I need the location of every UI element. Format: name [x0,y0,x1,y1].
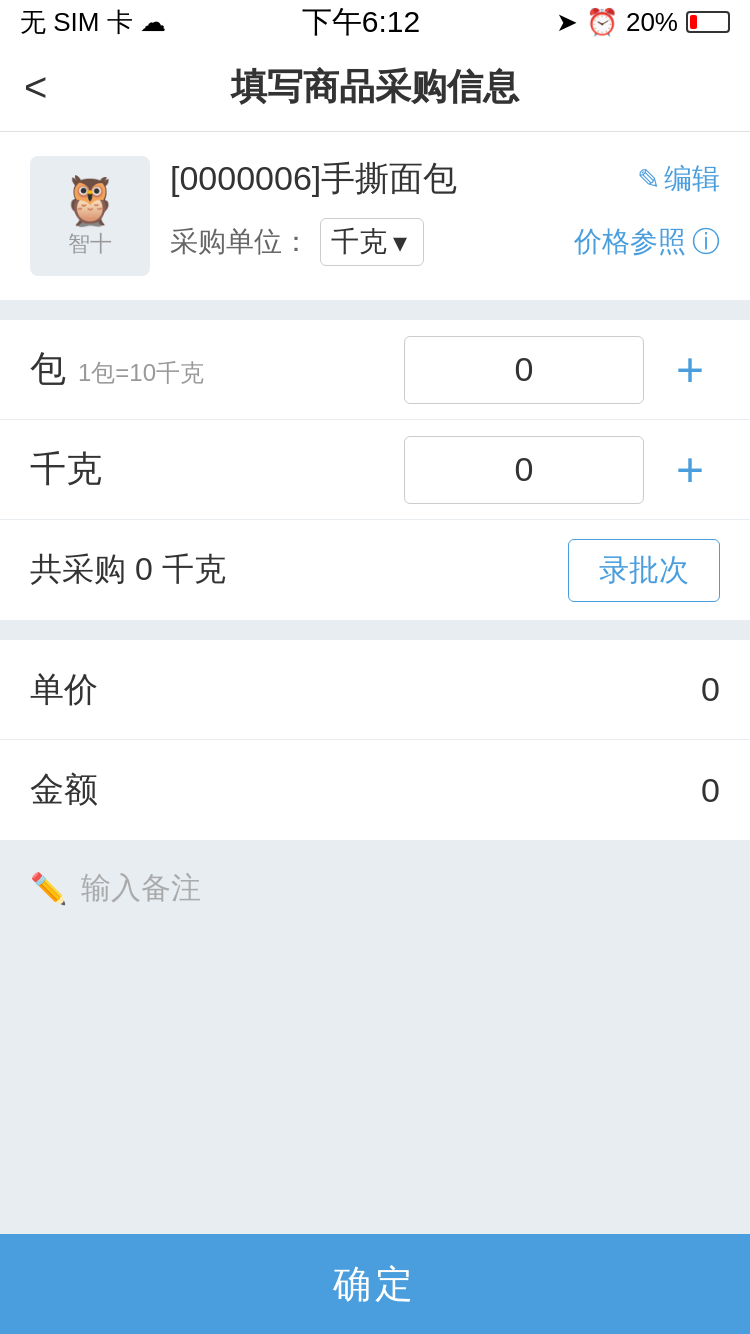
quantity-input-kg[interactable] [404,436,644,504]
remark-section[interactable]: ✏️ 输入备注 [0,840,750,937]
remark-placeholder: 输入备注 [81,868,201,909]
back-button[interactable]: < [24,65,47,110]
summary-row: 共采购 0 千克 录批次 [0,520,750,620]
quantity-input-wrap-kg: + [270,436,720,504]
price-row-total: 金额 0 [0,740,750,840]
status-bar: 无 SIM 卡 ☁ 下午6:12 ➤ ⏰ 20% [0,0,750,44]
quantity-label-bao: 包 1包=10千克 [30,345,270,394]
chevron-down-icon: ▾ [393,226,407,259]
record-batch-button[interactable]: 录批次 [568,539,720,602]
status-bar-right: ➤ ⏰ 20% [556,7,730,38]
product-image: 🦉 智十 [30,156,150,276]
edit-label[interactable]: 编辑 [664,160,720,198]
quantity-input-bao[interactable] [404,336,644,404]
pencil-icon: ✏️ [30,871,67,906]
product-info: [0000006]手撕面包 ✎ 编辑 采购单位： 千克 ▾ 价格参照 ⓘ [170,156,720,266]
product-top-row: [0000006]手撕面包 ✎ 编辑 [170,156,720,202]
unit-price-value: 0 [701,670,720,709]
price-ref[interactable]: 价格参照 ⓘ [574,223,720,261]
battery-icon [686,11,730,33]
status-bar-left: 无 SIM 卡 ☁ [20,5,166,40]
summary-text: 共采购 0 千克 [30,548,226,592]
total-price-label: 金额 [30,767,98,813]
section-separator-1 [0,300,750,320]
price-ref-label: 价格参照 [574,223,686,261]
quantity-section: 包 1包=10千克 + 千克 + 共采购 0 千克 录批次 [0,320,750,620]
quantity-unit-bao-sub: 1包=10千克 [78,357,204,389]
product-name: [0000006]手撕面包 [170,156,457,202]
location-icon: ➤ [556,7,578,38]
total-price-value: 0 [701,771,720,810]
quantity-row-kg: 千克 + [0,420,750,520]
unit-select[interactable]: 千克 ▾ [320,218,424,266]
unit-price-label: 单价 [30,667,98,713]
page-title: 填写商品采购信息 [231,63,519,112]
quantity-unit-bao: 包 [30,345,66,394]
battery-percent: 20% [626,7,678,38]
quantity-label-kg: 千克 [30,445,270,494]
section-separator-2 [0,620,750,640]
sim-status: 无 SIM 卡 ☁ [20,5,166,40]
main-content-area [0,937,750,1237]
product-image-label: 智十 [68,229,112,259]
unit-label: 采购单位： [170,223,310,261]
edit-link[interactable]: ✎ 编辑 [637,160,720,198]
quantity-input-wrap-bao: + [270,336,720,404]
unit-row: 采购单位： 千克 ▾ [170,218,424,266]
price-section: 单价 0 金额 0 [0,640,750,840]
status-bar-time: 下午6:12 [302,2,420,43]
confirm-button[interactable]: 确定 [0,1234,750,1334]
quantity-unit-kg: 千克 [30,445,102,494]
product-card: 🦉 智十 [0000006]手撕面包 ✎ 编辑 采购单位： 千克 ▾ 价格参照 … [0,132,750,300]
alarm-icon: ⏰ [586,7,618,38]
quantity-plus-kg[interactable]: + [660,440,720,500]
help-icon: ⓘ [692,223,720,261]
nav-bar: < 填写商品采购信息 [0,44,750,132]
quantity-plus-bao[interactable]: + [660,340,720,400]
quantity-row-bao: 包 1包=10千克 + [0,320,750,420]
product-owl-icon: 🦉 [60,173,120,229]
product-bottom-row: 采购单位： 千克 ▾ 价格参照 ⓘ [170,218,720,266]
edit-icon: ✎ [637,163,660,196]
price-row-unit: 单价 0 [0,640,750,740]
unit-value: 千克 [331,223,387,261]
